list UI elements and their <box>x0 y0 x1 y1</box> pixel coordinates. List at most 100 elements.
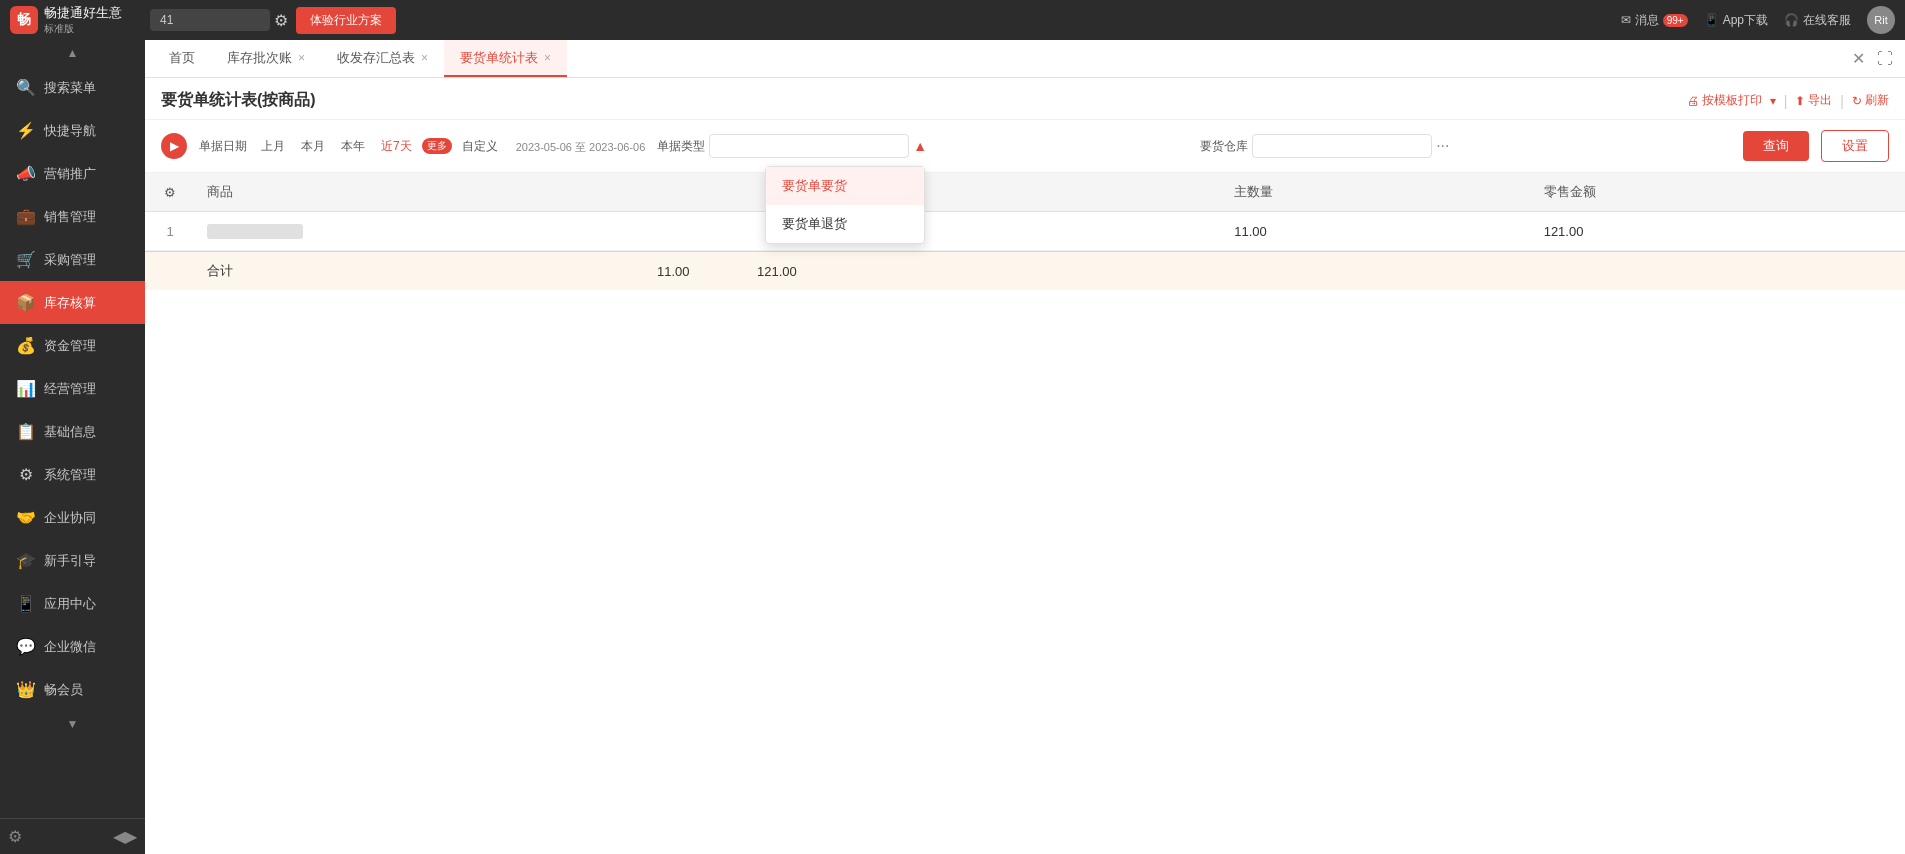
dropdown-item-order-return[interactable]: 要货单退货 <box>766 205 924 243</box>
table-col-quantity: 主数量 <box>1222 173 1531 212</box>
sidebar-scroll-down[interactable]: ▼ <box>0 711 145 737</box>
cell-product <box>195 212 785 251</box>
preset-this-month[interactable]: 本月 <box>295 136 331 157</box>
phone-icon: 📱 <box>1704 13 1719 27</box>
tab-inventory-batch-close[interactable]: × <box>298 52 305 64</box>
chevron-down-icon[interactable]: ▾ <box>1770 94 1776 108</box>
sidebar-footer-settings[interactable]: ⚙ <box>8 827 22 846</box>
more-presets-badge[interactable]: 更多 <box>422 138 452 154</box>
date-label: 单据日期 <box>199 138 247 155</box>
sidebar-label-purchase: 采购管理 <box>44 251 96 269</box>
tab-inventory-batch-label: 库存批次账 <box>227 49 292 67</box>
guide-icon: 🎓 <box>16 551 36 570</box>
online-service-label: 在线客服 <box>1803 12 1851 29</box>
megaphone-icon: 📣 <box>16 164 36 183</box>
filter-expand-button[interactable]: ▶ <box>161 133 187 159</box>
preset-last-month[interactable]: 上月 <box>255 136 291 157</box>
chart-icon: 📊 <box>16 379 36 398</box>
preset-7days[interactable]: 近7天 <box>375 136 418 157</box>
print-button[interactable]: 🖨 按模板打印 <box>1687 92 1762 109</box>
tab-close-all-button[interactable]: ✕ <box>1848 47 1869 70</box>
tab-receive-summary[interactable]: 收发存汇总表 × <box>321 40 444 77</box>
warehouse-label: 要货仓库 <box>1200 138 1248 155</box>
app-logo: 畅 畅捷通好生意 标准版 <box>10 4 150 36</box>
messages-action[interactable]: ✉ 消息 99+ <box>1621 12 1688 29</box>
sidebar-item-purchase[interactable]: 🛒 采购管理 <box>0 238 145 281</box>
industry-solution-button[interactable]: 体验行业方案 <box>296 7 396 34</box>
table-col-product: 商品 <box>195 173 785 212</box>
type-dropdown-chevron-up[interactable]: ▲ <box>913 138 927 154</box>
sidebar-item-sales[interactable]: 💼 销售管理 <box>0 195 145 238</box>
crown-icon: 👑 <box>16 680 36 699</box>
tab-inventory-batch[interactable]: 库存批次账 × <box>211 40 321 77</box>
tab-home[interactable]: 首页 <box>153 40 211 77</box>
wechat-icon: 💬 <box>16 637 36 656</box>
date-filter-section: 单据日期 上月 本月 本年 近7天 更多 自定义 <box>199 136 504 157</box>
sidebar-item-member[interactable]: 👑 畅会员 <box>0 668 145 711</box>
cell-index: 1 <box>145 212 195 251</box>
query-button[interactable]: 查询 <box>1743 131 1809 161</box>
table-col-amount: 零售金额 <box>1532 173 1905 212</box>
sidebar-item-enterprise-collab[interactable]: 🤝 企业协同 <box>0 496 145 539</box>
refresh-button[interactable]: ↻ 刷新 <box>1852 92 1889 109</box>
sidebar-item-quick-nav[interactable]: ⚡ 快捷导航 <box>0 109 145 152</box>
sidebar-footer: ⚙ ◀▶ <box>0 818 145 854</box>
type-filter-input[interactable] <box>709 134 909 158</box>
tab-count-selector[interactable]: 41 <box>150 9 270 31</box>
sidebar-item-finance[interactable]: 💰 资金管理 <box>0 324 145 367</box>
sidebar-label-marketing: 营销推广 <box>44 165 96 183</box>
date-range-display: 2023-05-06 至 2023-06-06 <box>516 137 646 155</box>
warehouse-filter-input[interactable] <box>1252 134 1432 158</box>
app-download-action[interactable]: 📱 App下载 <box>1704 12 1768 29</box>
sidebar-label-sales: 销售管理 <box>44 208 96 226</box>
set-button[interactable]: 设置 <box>1821 130 1889 162</box>
preset-custom[interactable]: 自定义 <box>456 136 504 157</box>
sidebar-item-basic-info[interactable]: 📋 基础信息 <box>0 410 145 453</box>
sidebar-item-enterprise-wechat[interactable]: 💬 企业微信 <box>0 625 145 668</box>
sidebar-item-new-guide[interactable]: 🎓 新手引导 <box>0 539 145 582</box>
top-bar-actions: ✉ 消息 99+ 📱 App下载 🎧 在线客服 Rit <box>1621 6 1895 34</box>
page-title: 要货单统计表(按商品) <box>161 90 316 111</box>
tab-order-stats[interactable]: 要货单统计表 × <box>444 40 567 77</box>
table-container: ⚙ 商品 主计量单位 主数量 零售金额 1 <box>145 173 1905 251</box>
export-button[interactable]: ⬆ 导出 <box>1795 92 1832 109</box>
table-settings-icon[interactable]: ⚙ <box>164 185 176 200</box>
sidebar-label-app-center: 应用中心 <box>44 595 96 613</box>
sidebar: ▲ 🔍 搜索菜单 ⚡ 快捷导航 📣 营销推广 💼 销售管理 🛒 采购管理 📦 库… <box>0 40 145 854</box>
sidebar-label-new-guide: 新手引导 <box>44 552 96 570</box>
dropdown-item-order-request[interactable]: 要货单要货 <box>766 167 924 205</box>
sidebar-label-finance: 资金管理 <box>44 337 96 355</box>
sidebar-item-inventory[interactable]: 📦 库存核算 <box>0 281 145 324</box>
date-range-text: 2023-05-06 至 2023-06-06 <box>516 141 646 153</box>
divider-1: | <box>1784 93 1788 109</box>
sidebar-item-app-center[interactable]: 📱 应用中心 <box>0 582 145 625</box>
totals-quantity: 11.00 <box>657 264 757 279</box>
sidebar-scroll-up[interactable]: ▲ <box>0 40 145 66</box>
lightning-icon: ⚡ <box>16 121 36 140</box>
online-service-action[interactable]: 🎧 在线客服 <box>1784 12 1851 29</box>
page-header-actions: 🖨 按模板打印 ▾ | ⬆ 导出 | ↻ 刷新 <box>1687 92 1889 109</box>
totals-row: 合计 11.00 121.00 <box>145 251 1905 290</box>
sidebar-label-operations: 经营管理 <box>44 380 96 398</box>
sidebar-item-system[interactable]: ⚙ 系统管理 <box>0 453 145 496</box>
sidebar-footer-collapse[interactable]: ◀▶ <box>113 827 137 846</box>
tab-maximize-button[interactable]: ⛶ <box>1873 48 1897 70</box>
sidebar-item-marketing[interactable]: 📣 营销推广 <box>0 152 145 195</box>
sidebar-item-search[interactable]: 🔍 搜索菜单 <box>0 66 145 109</box>
app-download-label: App下载 <box>1723 12 1768 29</box>
divider-2: | <box>1840 93 1844 109</box>
settings-gear-button[interactable]: ⚙ <box>274 11 288 30</box>
tab-order-stats-close[interactable]: × <box>544 52 551 64</box>
refresh-icon: ↻ <box>1852 94 1862 108</box>
sidebar-label-system: 系统管理 <box>44 466 96 484</box>
tab-receive-summary-close[interactable]: × <box>421 52 428 64</box>
sidebar-item-operations[interactable]: 📊 经营管理 <box>0 367 145 410</box>
tab-home-label: 首页 <box>169 49 195 67</box>
sidebar-label-inventory: 库存核算 <box>44 294 96 312</box>
warehouse-more-icon[interactable]: ··· <box>1436 137 1449 155</box>
preset-this-year[interactable]: 本年 <box>335 136 371 157</box>
table-col-settings: ⚙ <box>145 173 195 212</box>
user-avatar[interactable]: Rit <box>1867 6 1895 34</box>
apps-icon: 📱 <box>16 594 36 613</box>
print-icon: 🖨 <box>1687 94 1699 108</box>
